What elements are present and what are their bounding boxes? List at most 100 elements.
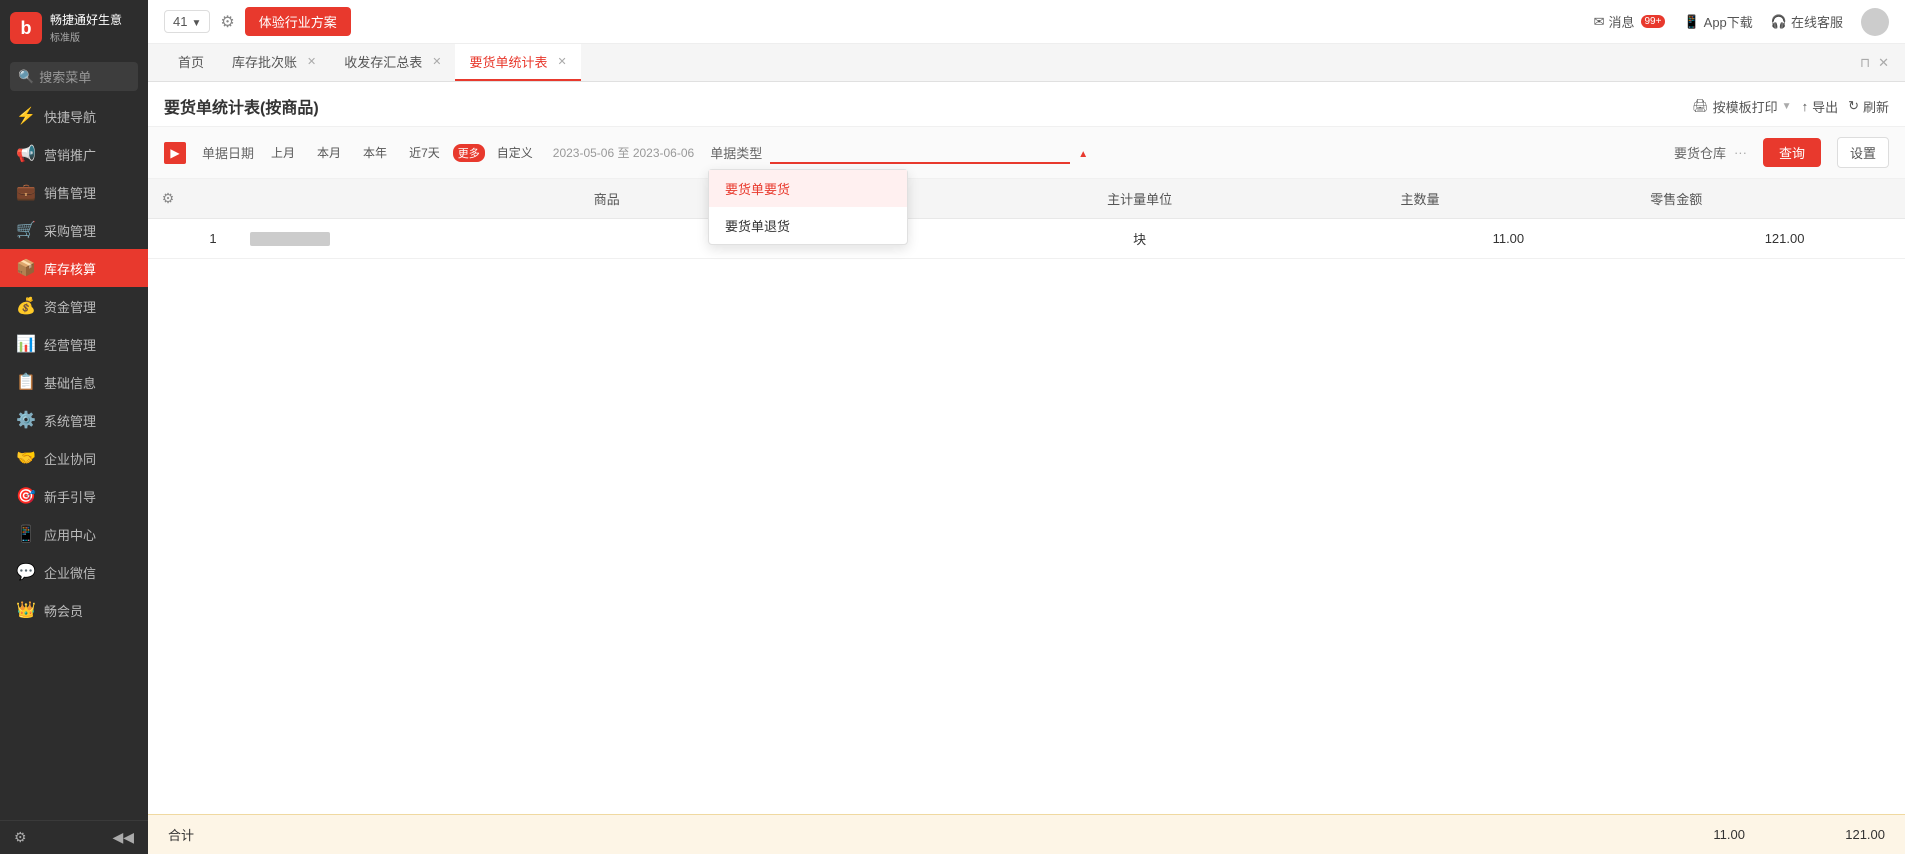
type-dropdown-chevron-up[interactable]	[1078, 145, 1088, 160]
warehouse-filter-label: 要货仓库	[1674, 143, 1726, 162]
this-year-btn[interactable]: 本年	[354, 141, 396, 164]
sidebar-footer: ⚙ ◀◀	[0, 820, 148, 854]
page-actions: 🖨 按模板打印 ↑ 导出 ↻ 刷新	[1692, 97, 1889, 116]
row-unit: 块	[976, 219, 1304, 259]
refresh-button[interactable]: ↻ 刷新	[1848, 97, 1889, 116]
sidebar-item-label: 采购管理	[44, 221, 96, 240]
sales-icon: 💼	[16, 182, 36, 202]
tab-requisition-stats[interactable]: 要货单统计表 ✕	[455, 44, 580, 81]
dropdown-item-requisition-purchase[interactable]: 要货单要货	[709, 170, 907, 207]
appcenter-icon: 📱	[16, 524, 36, 544]
chevron-down-icon	[191, 14, 201, 29]
tab-receive-summary[interactable]: 收发存汇总表 ✕	[330, 44, 455, 81]
type-dropdown: 要货单要货 要货单退货	[708, 169, 908, 245]
page: 要货单统计表(按商品) 🖨 按模板打印 ↑ 导出 ↻ 刷新	[148, 82, 1905, 854]
col-amount-header: 零售金额	[1536, 179, 1816, 219]
row-index: 1	[188, 219, 238, 259]
sidebar-item-wechat[interactable]: 💬 企业微信	[0, 553, 148, 591]
search-label: 搜索菜单	[39, 67, 91, 86]
query-button[interactable]: 查询	[1763, 138, 1821, 167]
tab-inventory-batch[interactable]: 库存批次账 ✕	[218, 44, 330, 81]
filter-bar: ▶ 单据日期 上月 本月 本年 近7天 更多 自定义 2023-05-06 至 …	[148, 127, 1905, 179]
sidebar-item-basic[interactable]: 📋 基础信息	[0, 363, 148, 401]
export-label: 导出	[1812, 97, 1838, 116]
sidebar-item-quicknav[interactable]: ⚡ 快捷导航	[0, 97, 148, 135]
app-download-button[interactable]: 📱 App下载	[1683, 12, 1752, 31]
export-button[interactable]: ↑ 导出	[1802, 97, 1839, 116]
print-label: 按模板打印	[1713, 97, 1778, 116]
sidebar-item-finance[interactable]: 💰 资金管理	[0, 287, 148, 325]
print-template-button[interactable]: 🖨 按模板打印	[1692, 97, 1791, 116]
topbar-left: 41 ⚙ 体验行业方案	[164, 7, 351, 36]
tab-label: 收发存汇总表	[344, 52, 422, 71]
trial-button[interactable]: 体验行业方案	[245, 7, 351, 36]
warehouse-more-icon[interactable]: ···	[1734, 145, 1747, 160]
tab-close-requisition-stats[interactable]: ✕	[558, 55, 567, 68]
tab-close-inventory-batch[interactable]: ✕	[307, 55, 316, 68]
date-range-display: 2023-05-06 至 2023-06-06	[553, 144, 694, 161]
tab-close-all-icon[interactable]: ✕	[1878, 55, 1889, 71]
sidebar-item-label: 应用中心	[44, 525, 96, 544]
sidebar-item-label: 资金管理	[44, 297, 96, 316]
app-logo: b 畅捷通好生意 标准版	[0, 0, 148, 56]
online-service-button[interactable]: 🎧 在线客服	[1771, 12, 1843, 31]
tab-expand-icon[interactable]: ⊓	[1860, 55, 1870, 71]
last-7days-btn[interactable]: 近7天	[400, 141, 449, 164]
enterprise-icon: 🤝	[16, 448, 36, 468]
sidebar-item-enterprise[interactable]: 🤝 企业协同	[0, 439, 148, 477]
filter-expand-button[interactable]: ▶	[164, 142, 186, 164]
company-selector[interactable]: 41	[164, 10, 210, 33]
sidebar-item-marketing[interactable]: 📢 营销推广	[0, 135, 148, 173]
tabbar: 首页 库存批次账 ✕ 收发存汇总表 ✕ 要货单统计表 ✕ ⊓ ✕	[148, 44, 1905, 82]
sidebar-item-appcenter[interactable]: 📱 应用中心	[0, 515, 148, 553]
dropdown-item-requisition-return[interactable]: 要货单退货	[709, 207, 907, 244]
export-icon: ↑	[1802, 99, 1809, 114]
message-icon: ✉	[1594, 14, 1605, 30]
inventory-icon: 📦	[16, 258, 36, 278]
search-icon: 🔍	[18, 69, 34, 85]
footer-quantity-value: 11.00	[1645, 827, 1745, 842]
messages-button[interactable]: ✉ 消息 99+	[1594, 12, 1666, 31]
column-settings-icon[interactable]: ⚙	[162, 190, 175, 206]
collapse-button[interactable]: ◀◀	[112, 829, 134, 846]
basic-icon: 📋	[16, 372, 36, 392]
phone-icon: 📱	[1683, 14, 1699, 30]
row-settings	[148, 219, 188, 259]
chevron-down-icon	[1782, 101, 1792, 112]
tab-home[interactable]: 首页	[164, 44, 218, 81]
sidebar-item-inventory[interactable]: 📦 库存核算	[0, 249, 148, 287]
user-avatar[interactable]	[1861, 8, 1889, 36]
sidebar-search[interactable]: 🔍 搜索菜单	[10, 62, 138, 91]
guide-icon: 🎯	[16, 486, 36, 506]
sidebar-item-operations[interactable]: 📊 经营管理	[0, 325, 148, 363]
topbar-right: ✉ 消息 99+ 📱 App下载 🎧 在线客服	[1594, 8, 1889, 36]
custom-date-btn[interactable]: 自定义	[489, 142, 541, 163]
col-quantity-header: 主数量	[1304, 179, 1536, 219]
sidebar-item-member[interactable]: 👑 畅会员	[0, 591, 148, 629]
type-filter-label: 单据类型	[710, 143, 762, 162]
sidebar-item-purchase[interactable]: 🛒 采购管理	[0, 211, 148, 249]
page-header: 要货单统计表(按商品) 🖨 按模板打印 ↑ 导出 ↻ 刷新	[148, 82, 1905, 127]
footer-total-label: 合计	[148, 825, 348, 844]
sidebar-item-sales[interactable]: 💼 销售管理	[0, 173, 148, 211]
headset-icon: 🎧	[1771, 14, 1787, 30]
print-icon: 🖨	[1692, 98, 1709, 114]
type-filter-group: 单据类型	[710, 141, 1658, 164]
more-date-badge[interactable]: 更多	[453, 144, 485, 162]
settings-button[interactable]: ⚙	[14, 829, 27, 846]
row-amount: 121.00	[1536, 219, 1816, 259]
app-download-label: App下载	[1704, 12, 1753, 31]
this-month-btn[interactable]: 本月	[308, 141, 350, 164]
table-row: 1 块 11.00 121.00	[148, 219, 1905, 259]
type-filter-input[interactable]	[770, 141, 1070, 164]
last-month-btn[interactable]: 上月	[262, 141, 304, 164]
filter-settings-button[interactable]: 设置	[1837, 137, 1889, 168]
purchase-icon: 🛒	[16, 220, 36, 240]
topbar-settings-icon[interactable]: ⚙	[220, 12, 234, 32]
sidebar-item-guide[interactable]: 🎯 新手引导	[0, 477, 148, 515]
tab-close-receive-summary[interactable]: ✕	[432, 55, 441, 68]
sidebar-item-system[interactable]: ⚙️ 系统管理	[0, 401, 148, 439]
sidebar-item-label: 企业协同	[44, 449, 96, 468]
tab-label: 库存批次账	[232, 52, 297, 71]
col-settings-header: ⚙	[148, 179, 188, 219]
